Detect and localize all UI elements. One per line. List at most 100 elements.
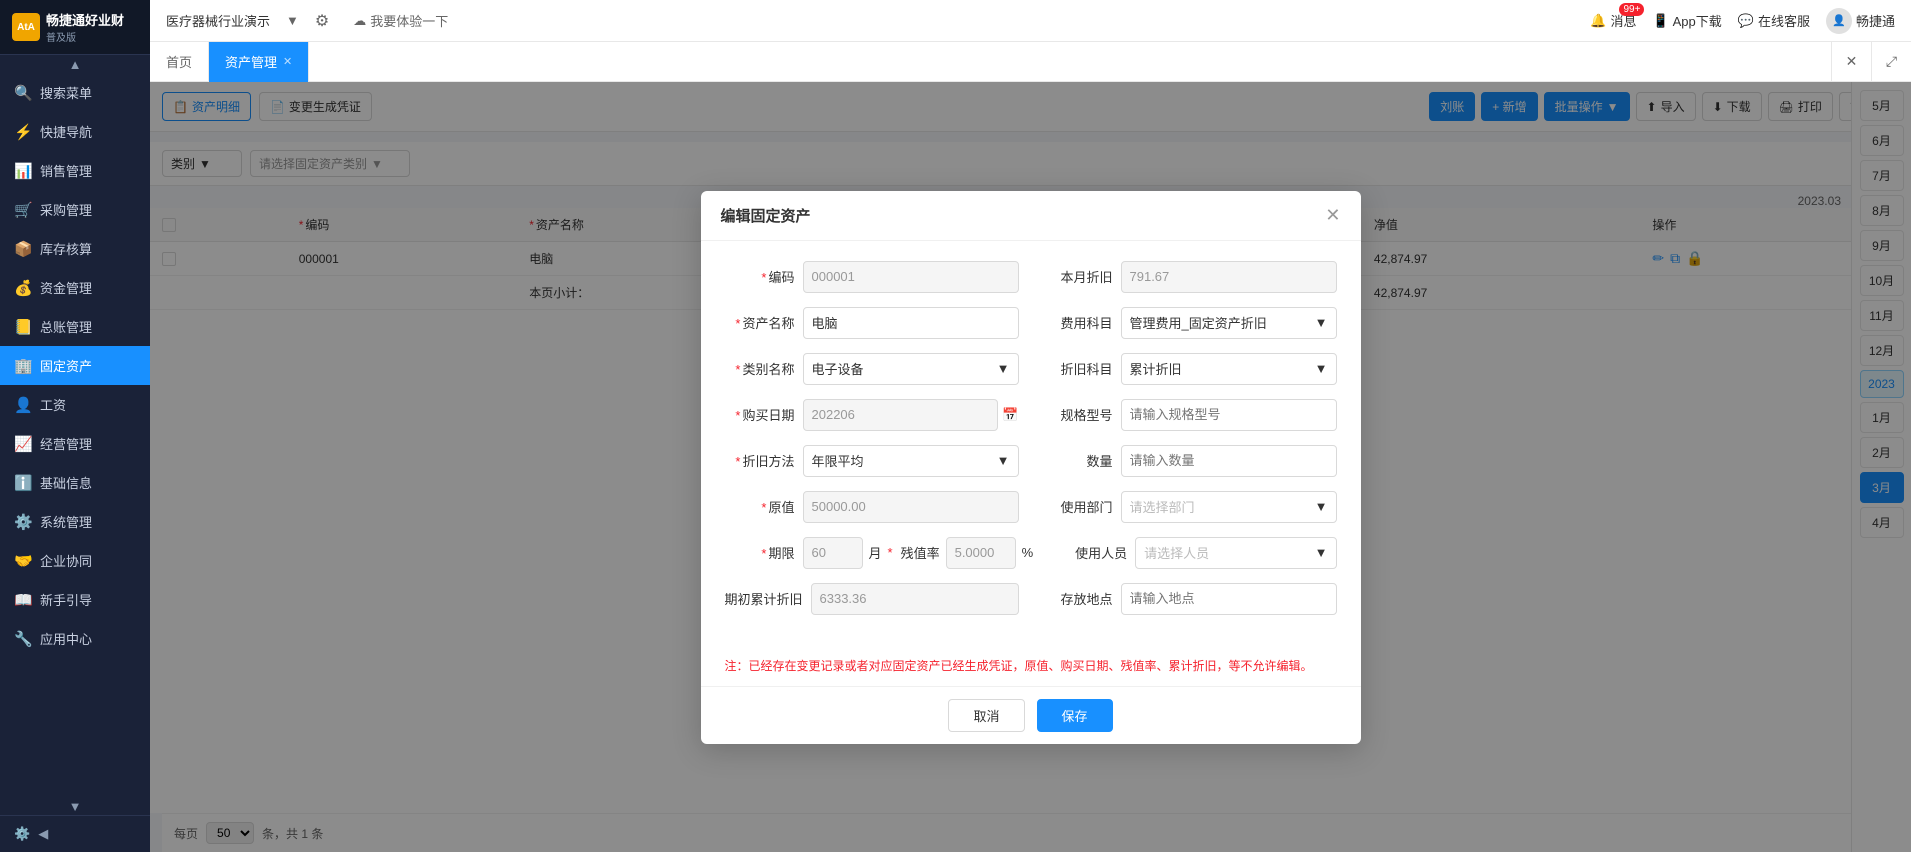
sidebar-item-collab[interactable]: 🤝 企业协同 [0, 541, 150, 580]
sidebar-logo: AtA 畅捷通好业财 普及版 [0, 0, 150, 55]
inventory-icon: 📦 [14, 240, 32, 258]
expense-subject-field: 费用科目 管理费用_固定资产折旧 ▼ [1043, 307, 1337, 339]
calendar-icon[interactable]: 📅 [1002, 407, 1018, 423]
support-label: 在线客服 [1758, 11, 1810, 30]
sidebar-item-quicknav[interactable]: ⚡ 快捷导航 [0, 112, 150, 151]
modal-note: 注：已经存在变更记录或者对应固定资产已经生成凭证，原值、购买日期、残值率、累计折… [701, 649, 1361, 686]
app-download-btn[interactable]: 📱 App下载 [1652, 11, 1721, 30]
settings-icon[interactable]: ⚙️ [14, 826, 30, 842]
form-row-2: *资产名称 费用科目 管理费用_固定资产折旧 ▼ [725, 307, 1337, 339]
modal-close-btn[interactable]: ✕ [1325, 205, 1340, 226]
save-btn[interactable]: 保存 [1037, 699, 1113, 732]
main-area: 医疗器械行业演示 ▼ ⚙ ☁ 我要体验一下 🔔 消息 99+ 📱 App下载 💬… [150, 0, 1911, 852]
sidebar-item-basic[interactable]: ℹ️ 基础信息 [0, 463, 150, 502]
download-icon: 📱 [1652, 13, 1668, 29]
purchase-date-label: *购买日期 [725, 405, 795, 424]
tab-asset-management[interactable]: 资产管理 ✕ [209, 42, 309, 82]
tab-home[interactable]: 首页 [150, 42, 209, 82]
tab-home-label: 首页 [166, 52, 192, 71]
department-label: 使用部门 [1043, 497, 1113, 516]
logo-sub: 普及版 [46, 29, 124, 44]
tab-close-btn[interactable]: ✕ [283, 55, 292, 68]
expense-subject-select[interactable]: 管理费用_固定资产折旧 ▼ [1121, 307, 1337, 339]
location-field: 存放地点 [1043, 583, 1337, 615]
form-row-6: *原值 使用部门 请选择部门 ▼ [725, 491, 1337, 523]
avatar: 👤 [1826, 8, 1852, 34]
dep-method-label: *折旧方法 [725, 451, 795, 470]
collapse-btn[interactable]: ◀ [38, 826, 48, 842]
sidebar-item-search[interactable]: 🔍 搜索菜单 [0, 73, 150, 112]
sidebar-item-sales[interactable]: 📊 销售管理 [0, 151, 150, 190]
topbar-settings-btn[interactable]: ⚙ [315, 11, 329, 31]
sidebar-item-management[interactable]: 📈 经营管理 [0, 424, 150, 463]
sidebar-item-guide[interactable]: 📖 新手引导 [0, 580, 150, 619]
tab-close-action[interactable]: ✕ [1831, 42, 1871, 82]
tab-expand-action[interactable]: ⤢ [1871, 42, 1911, 82]
person-field: 使用人员 请选择人员 ▼ [1057, 537, 1336, 569]
sidebar-item-apps[interactable]: 🔧 应用中心 [0, 619, 150, 658]
category-select[interactable]: 电子设备 ▼ [803, 353, 1019, 385]
user-menu-btn[interactable]: 👤 畅捷通 [1826, 8, 1895, 34]
management-icon: 📈 [14, 435, 32, 453]
sidebar-item-finance[interactable]: 💰 资金管理 [0, 268, 150, 307]
username-label: 畅捷通 [1856, 11, 1895, 30]
dep-subject-label: 折旧科目 [1043, 359, 1113, 378]
sidebar-item-inventory[interactable]: 📦 库存核算 [0, 229, 150, 268]
tabbar-actions: ✕ ⤢ [1831, 42, 1911, 82]
person-dropdown-icon: ▼ [1315, 545, 1328, 560]
online-support-btn[interactable]: 💬 在线客服 [1738, 11, 1810, 30]
location-input[interactable] [1121, 583, 1337, 615]
sidebar-item-label: 采购管理 [40, 200, 92, 219]
purchase-date-input[interactable] [803, 399, 999, 431]
residual-rate-unit: % [1022, 545, 1034, 560]
tab-asset-label: 资产管理 [225, 52, 277, 71]
quicknav-icon: ⚡ [14, 123, 32, 141]
sidebar-item-purchase[interactable]: 🛒 采购管理 [0, 190, 150, 229]
dep-method-dropdown-icon: ▼ [997, 453, 1010, 468]
residual-rate-input[interactable] [946, 537, 1016, 569]
department-select[interactable]: 请选择部门 ▼ [1121, 491, 1337, 523]
initial-dep-field: 期初累计折旧 [725, 583, 1019, 615]
dep-subject-field: 折旧科目 累计折旧 ▼ [1043, 353, 1337, 385]
dep-subject-select[interactable]: 累计折旧 ▼ [1121, 353, 1337, 385]
collab-icon: 🤝 [14, 552, 32, 570]
code-input[interactable] [803, 261, 1019, 293]
sidebar-item-ledger[interactable]: 📒 总账管理 [0, 307, 150, 346]
this-month-dep-input[interactable] [1121, 261, 1337, 293]
quantity-input[interactable] [1121, 445, 1337, 477]
notification-btn[interactable]: 🔔 消息 99+ [1590, 11, 1636, 30]
sidebar-item-label: 库存核算 [40, 239, 92, 258]
content-area: 📋 资产明细 📄 变更生成凭证 刘账 + 新增 [150, 82, 1911, 852]
experience-label[interactable]: 我要体验一下 [370, 11, 448, 30]
person-select[interactable]: 请选择人员 ▼ [1135, 537, 1336, 569]
company-name: 医疗器械行业演示 [166, 11, 270, 30]
modal-title: 编辑固定资产 [721, 205, 811, 226]
sidebar-item-label: 工资 [40, 395, 66, 414]
sidebar-item-label: 固定资产 [40, 356, 92, 375]
initial-dep-input[interactable] [811, 583, 1019, 615]
period-label: *期限 [725, 543, 795, 562]
original-value-input[interactable] [803, 491, 1019, 523]
sidebar-scroll-down[interactable]: ▼ [0, 797, 150, 815]
dep-method-select[interactable]: 年限平均 ▼ [803, 445, 1019, 477]
notification-icon: 🔔 [1590, 13, 1606, 29]
category-dropdown-icon: ▼ [997, 361, 1010, 376]
spec-input[interactable] [1121, 399, 1337, 431]
apps-icon: 🔧 [14, 630, 32, 648]
sidebar-item-label: 系统管理 [40, 512, 92, 531]
purchase-icon: 🛒 [14, 201, 32, 219]
topbar: 医疗器械行业演示 ▼ ⚙ ☁ 我要体验一下 🔔 消息 99+ 📱 App下载 💬… [150, 0, 1911, 42]
sidebar-item-system[interactable]: ⚙️ 系统管理 [0, 502, 150, 541]
sidebar-item-label: 基础信息 [40, 473, 92, 492]
search-icon: 🔍 [14, 84, 32, 102]
original-value-label: *原值 [725, 497, 795, 516]
sidebar-item-assets[interactable]: 🏢 固定资产 [0, 346, 150, 385]
cancel-btn[interactable]: 取消 [948, 699, 1024, 732]
support-icon: 💬 [1738, 13, 1754, 29]
asset-name-input[interactable] [803, 307, 1019, 339]
company-dropdown-btn[interactable]: ▼ [286, 13, 299, 28]
sidebar-item-label: 销售管理 [40, 161, 92, 180]
sidebar-scroll-up[interactable]: ▲ [0, 55, 150, 73]
period-input[interactable] [803, 537, 863, 569]
sidebar-item-payroll[interactable]: 👤 工资 [0, 385, 150, 424]
